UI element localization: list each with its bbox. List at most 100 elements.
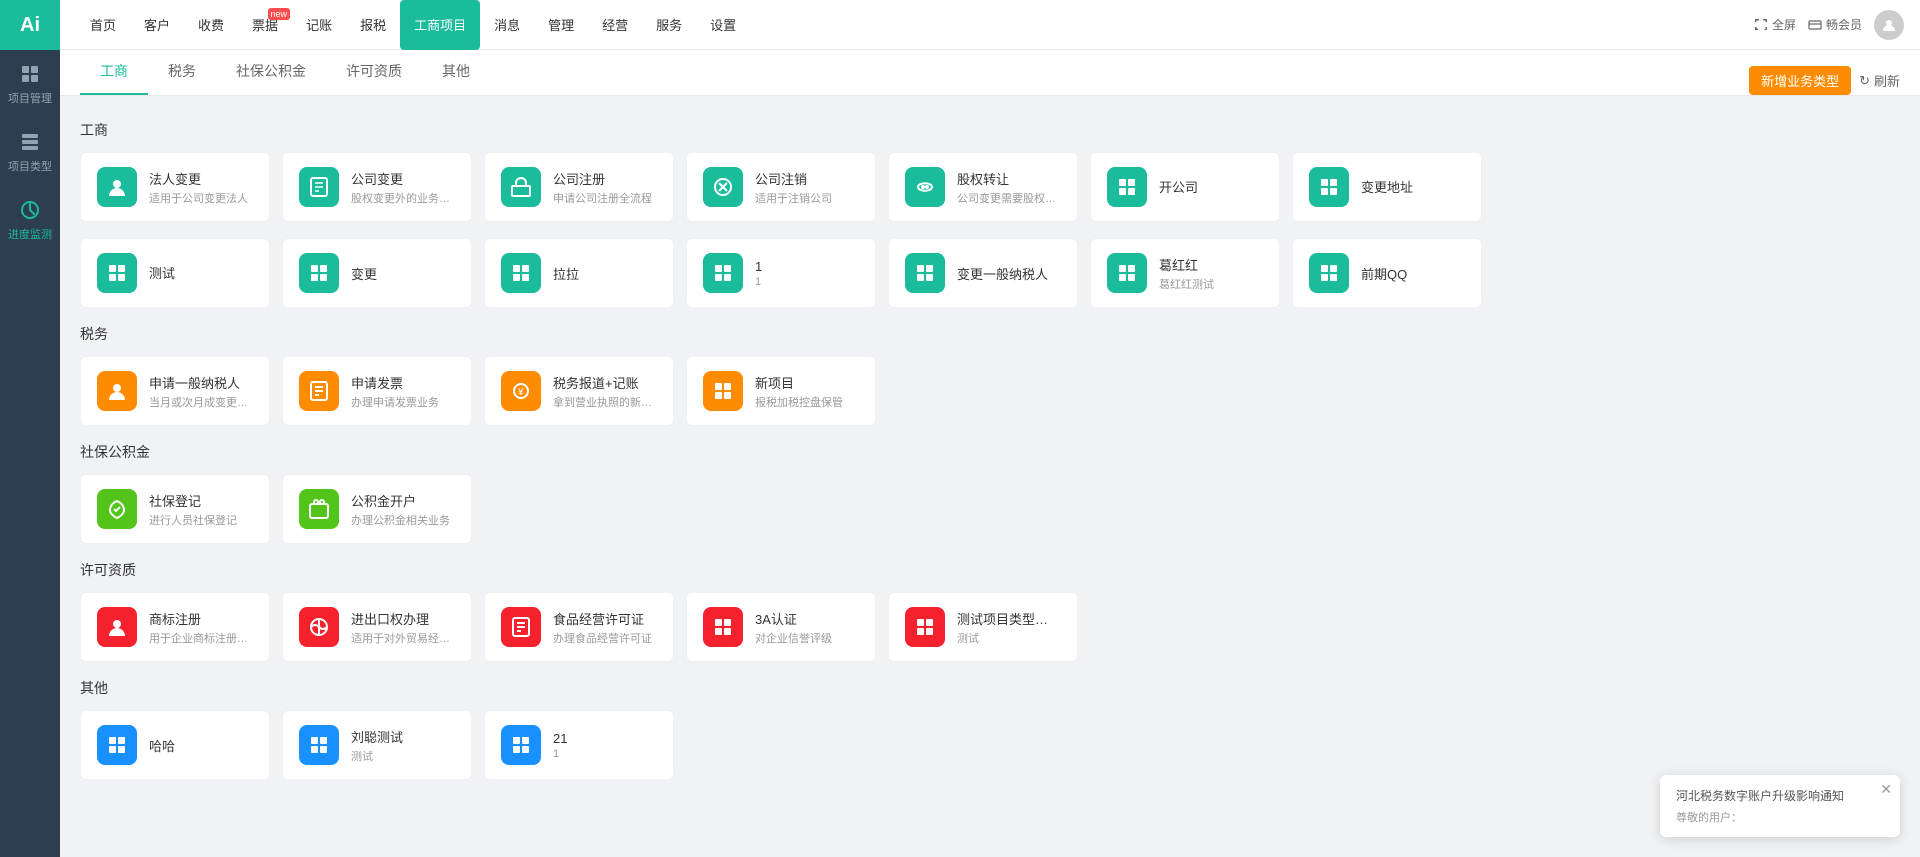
card-icon-t1 xyxy=(97,371,137,411)
card-desc-t2: 办理申请发票业务 xyxy=(351,394,455,410)
tab-bar: 工商 税务 社保公积金 许可资质 其他 新增业务类型 ↻ 刷新 xyxy=(60,50,1920,96)
card-icon-s1 xyxy=(97,489,137,529)
card-x3[interactable]: 食品经营许可证 办理食品经营许可证 xyxy=(484,592,674,662)
tab-xuke[interactable]: 许可资质 xyxy=(326,50,422,95)
card-c8[interactable]: 测试 xyxy=(80,238,270,308)
add-business-button[interactable]: 新增业务类型 xyxy=(1749,66,1851,95)
card-o2[interactable]: 刘聪测试 测试 xyxy=(282,710,472,780)
card-desc-c1: 适用于公司变更法人 xyxy=(149,190,253,206)
card-t2[interactable]: 申请发票 办理申请发票业务 xyxy=(282,356,472,426)
nav-collection[interactable]: 收费 xyxy=(184,0,238,50)
tab-shebao[interactable]: 社保公积金 xyxy=(216,50,326,95)
tab-shuiwu[interactable]: 税务 xyxy=(148,50,216,95)
card-text-s1: 社保登记 进行人员社保登记 xyxy=(149,491,253,528)
card-icon-c10 xyxy=(501,253,541,293)
nav-ticket[interactable]: 票据 new xyxy=(238,0,292,50)
card-c9[interactable]: 变更 xyxy=(282,238,472,308)
nav-service[interactable]: 服务 xyxy=(642,0,696,50)
card-text-c2: 公司变更 股权变更外的业务变更 xyxy=(351,169,455,206)
card-s1[interactable]: 社保登记 进行人员社保登记 xyxy=(80,474,270,544)
nav-settings[interactable]: 设置 xyxy=(696,0,750,50)
card-text-x4: 3A认证 对企业信誉评级 xyxy=(755,609,859,646)
card-c4[interactable]: 公司注销 适用于注销公司 xyxy=(686,152,876,222)
sidebar-label-project-manage: 项目管理 xyxy=(8,90,52,106)
avatar-icon xyxy=(1881,17,1897,33)
card-text-x5: 测试项目类型目定义 测试 xyxy=(957,609,1061,646)
card-o3[interactable]: 21 1 xyxy=(484,710,674,780)
avatar[interactable] xyxy=(1874,10,1904,40)
card-c12[interactable]: 变更一般纳税人 xyxy=(888,238,1078,308)
card-icon-c11 xyxy=(703,253,743,293)
card-c13[interactable]: 葛红红 葛红红测试 xyxy=(1090,238,1280,308)
card-x4[interactable]: 3A认证 对企业信誉评级 xyxy=(686,592,876,662)
card-c5[interactable]: 股权转让 公司变更需要股权转让 xyxy=(888,152,1078,222)
card-desc-t4: 报税加税控盘保管 xyxy=(755,394,859,410)
card-c11[interactable]: 1 1 xyxy=(686,238,876,308)
card-title-x2: 进出口权办理 xyxy=(351,609,455,628)
nav-accounting[interactable]: 记账 xyxy=(292,0,346,50)
notification-sub: 尊敬的用户： xyxy=(1676,809,1884,825)
nav-customer[interactable]: 客户 xyxy=(130,0,184,50)
card-title-c12: 变更一般纳税人 xyxy=(957,264,1061,283)
card-icon-t2 xyxy=(299,371,339,411)
card-icon-x3 xyxy=(501,607,541,647)
card-text-c6: 开公司 xyxy=(1159,177,1263,198)
card-title-c1: 法人变更 xyxy=(149,169,253,188)
refresh-button[interactable]: ↻ 刷新 xyxy=(1859,71,1900,90)
card-text-o1: 哈哈 xyxy=(149,736,253,755)
nav-manage[interactable]: 管理 xyxy=(534,0,588,50)
card-c7[interactable]: 变更地址 xyxy=(1292,152,1482,222)
section-title-shuiwu: 税务 xyxy=(80,324,1900,344)
tab-other[interactable]: 其他 xyxy=(422,50,490,95)
nav-home[interactable]: 首页 xyxy=(76,0,130,50)
card-text-x3: 食品经营许可证 办理食品经营许可证 xyxy=(553,609,657,646)
card-x1[interactable]: 商标注册 用于企业商标注册服务 xyxy=(80,592,270,662)
card-c3[interactable]: 公司注册 申请公司注册全流程 xyxy=(484,152,674,222)
card-desc-t3: 拿到营业执照的新公司 xyxy=(553,394,657,410)
card-title-t4: 新项目 xyxy=(755,373,859,392)
section-title-shebao: 社保公积金 xyxy=(80,442,1900,462)
refresh-icon: ↻ xyxy=(1859,73,1870,89)
card-s2[interactable]: 公积金开户 办理公积金相关业务 xyxy=(282,474,472,544)
card-desc-x5: 测试 xyxy=(957,630,1061,646)
card-c10[interactable]: 拉拉 xyxy=(484,238,674,308)
card-c2[interactable]: 公司变更 股权变更外的业务变更 xyxy=(282,152,472,222)
card-c14[interactable]: 前期QQ xyxy=(1292,238,1482,308)
card-x2[interactable]: 进出口权办理 适用于对外贸易经营者 xyxy=(282,592,472,662)
tab-gongshang[interactable]: 工商 xyxy=(80,50,148,95)
sidebar-item-progress-monitor[interactable]: 进度监测 xyxy=(0,186,60,254)
member-button[interactable]: 畅会员 xyxy=(1808,16,1862,33)
card-title-c9: 变更 xyxy=(351,264,455,283)
card-t4[interactable]: 新项目 报税加税控盘保管 xyxy=(686,356,876,426)
card-text-x1: 商标注册 用于企业商标注册服务 xyxy=(149,609,253,646)
card-desc-c13: 葛红红测试 xyxy=(1159,276,1263,292)
card-t3[interactable]: ¥ 税务报道+记账 拿到营业执照的新公司 xyxy=(484,356,674,426)
card-icon-c8 xyxy=(97,253,137,293)
fullscreen-button[interactable]: 全屏 xyxy=(1754,16,1796,33)
nav-industry[interactable]: 工商项目 xyxy=(400,0,480,50)
card-x5[interactable]: 测试项目类型目定义 测试 xyxy=(888,592,1078,662)
sidebar-label-project-type: 项目类型 xyxy=(8,158,52,174)
card-icon-o1 xyxy=(97,725,137,765)
sidebar-item-project-type[interactable]: 项目类型 xyxy=(0,118,60,186)
card-text-o2: 刘聪测试 测试 xyxy=(351,727,455,764)
card-c1[interactable]: 法人变更 适用于公司变更法人 xyxy=(80,152,270,222)
card-title-s1: 社保登记 xyxy=(149,491,253,510)
sidebar-item-project-manage[interactable]: 项目管理 xyxy=(0,50,60,118)
card-o1[interactable]: 哈哈 xyxy=(80,710,270,780)
card-desc-c2: 股权变更外的业务变更 xyxy=(351,190,455,206)
nav-tax[interactable]: 报税 xyxy=(346,0,400,50)
card-title-c14: 前期QQ xyxy=(1361,264,1465,283)
nav-message[interactable]: 消息 xyxy=(480,0,534,50)
nav-operation[interactable]: 经营 xyxy=(588,0,642,50)
card-desc-x1: 用于企业商标注册服务 xyxy=(149,630,253,646)
card-icon-x5 xyxy=(905,607,945,647)
card-c6[interactable]: 开公司 xyxy=(1090,152,1280,222)
card-title-t3: 税务报道+记账 xyxy=(553,373,657,392)
card-text-c3: 公司注册 申请公司注册全流程 xyxy=(553,169,657,206)
notification-close-button[interactable]: ✕ xyxy=(1880,781,1892,798)
topnav: 首页 客户 收费 票据 new 记账 报税 工商项目 消息 管理 经营 服务 设… xyxy=(60,0,1920,50)
card-desc-s1: 进行人员社保登记 xyxy=(149,512,253,528)
logo-text: Ai xyxy=(20,14,40,37)
card-t1[interactable]: 申请一般纳税人 当月或次月成变更完成 xyxy=(80,356,270,426)
